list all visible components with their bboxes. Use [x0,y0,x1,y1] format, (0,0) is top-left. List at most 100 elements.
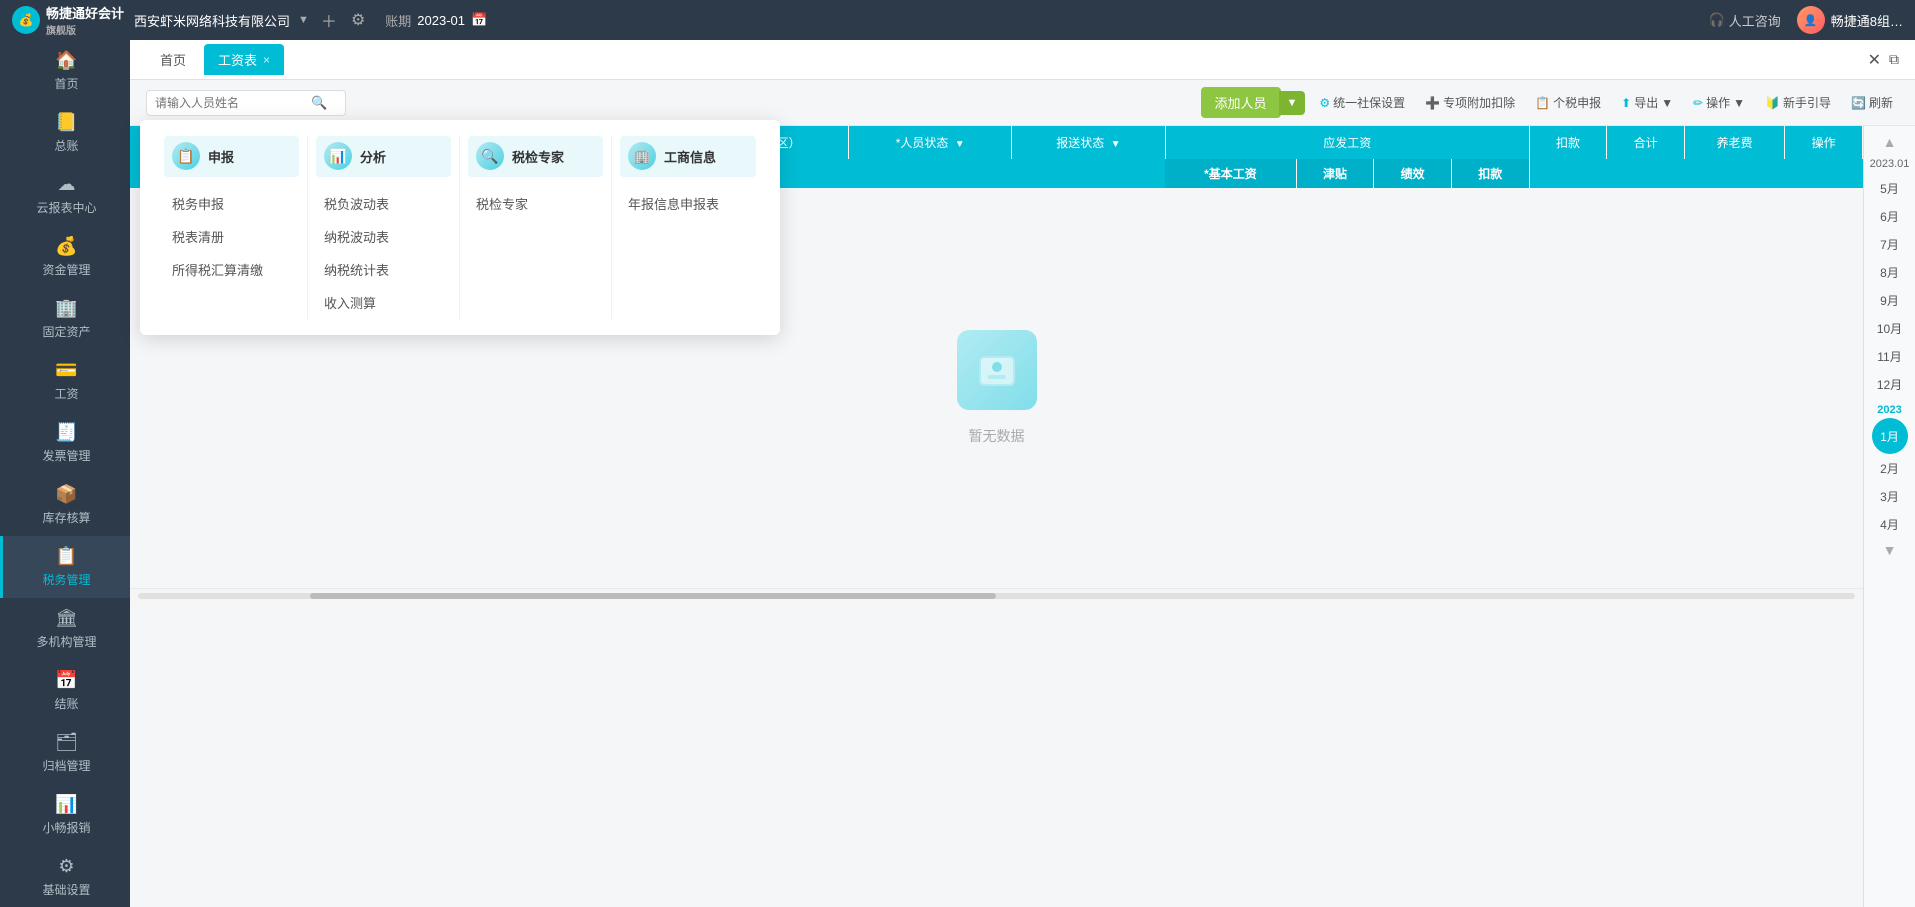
add-company-button[interactable]: ＋ [321,8,337,32]
tax-return-button[interactable]: 📋 个税申报 [1529,90,1607,115]
sidebar-item-tax[interactable]: 📋 税务管理 [0,536,130,598]
no-data-text: 暂无数据 [969,426,1025,446]
special-deduction-button[interactable]: ➕ 专项附加扣除 [1419,90,1521,115]
tax-expert-title: 税检专家 [512,147,564,166]
invoice-icon: 🧾 [55,422,77,443]
menu-item-tax-burden-table[interactable]: 税负波动表 [316,187,451,220]
refresh-label: 刷新 [1869,94,1893,111]
calendar-month-2023-2[interactable]: 2月 [1868,454,1912,482]
menu-item-tax-table-cleanup[interactable]: 税表清册 [164,220,299,253]
user-info[interactable]: 👤 畅捷通8组… [1797,6,1903,34]
scrollbar-thumb [310,593,997,599]
sidebar-item-inventory[interactable]: 📦 库存核算 [0,474,130,536]
calendar-nav-down[interactable]: ▼ [1878,538,1902,562]
sidebar-label-invoice: 发票管理 [42,447,90,464]
calendar-month-2022-11[interactable]: 11月 [1868,342,1912,370]
calendar-month-2023-1[interactable]: 1月 [1872,418,1908,454]
app-logo: 💰 畅捷通好会计 旗舰版 [12,3,124,37]
search-input[interactable] [155,96,305,110]
tab-home-label: 首页 [160,53,186,68]
calendar-month-2022-5[interactable]: 5月 [1868,174,1912,202]
add-person-label: 添加人员 [1215,93,1267,112]
col-total: 合计 [1607,126,1685,159]
menu-item-income-simulator[interactable]: 收入测算 [316,286,451,319]
biz-info-header: 🏢 工商信息 [620,136,756,177]
menu-item-tax-declaration[interactable]: 税务申报 [164,187,299,220]
top-bar-action-buttons: ＋ ⚙ [321,8,365,32]
refresh-button[interactable]: 🔄 刷新 [1845,90,1899,115]
window-close-button[interactable]: ✕ [1868,50,1881,70]
sidebar-label-expense: 小畅报销 [42,819,90,836]
no-data-icon [957,330,1037,410]
period-value: 2023-01 [417,13,465,28]
export-button[interactable]: ⬆ 导出 ▼ [1615,90,1679,115]
sidebar-item-assets[interactable]: 🏢 固定资产 [0,288,130,350]
tab-bar: 首页 工资表 × ✕ ⧉ [130,40,1915,80]
analysis-header: 📊 分析 [316,136,451,177]
calendar-month-2022-10[interactable]: 10月 [1868,314,1912,342]
sidebar-item-basic-settings[interactable]: ⚙ 基础设置 [0,846,130,907]
sidebar-item-home[interactable]: 🏠 首页 [0,40,130,102]
menu-item-tax-stats-table[interactable]: 纳税统计表 [316,253,451,286]
new-guide-icon: 🔰 [1765,96,1780,110]
calendar-month-2022-12[interactable]: 12月 [1868,370,1912,398]
sidebar-item-cloud[interactable]: ☁ 云报表中心 [0,164,130,226]
sidebar-item-multi[interactable]: 🏛 多机构管理 [0,598,130,660]
sidebar-item-funds[interactable]: 💰 资金管理 [0,226,130,288]
export-label: 导出 [1634,94,1658,111]
new-guide-button[interactable]: 🔰 新手引导 [1759,90,1837,115]
close-period-icon: 📅 [55,670,77,691]
accounting-period: 账期 2023-01 📅 [385,11,487,30]
sub-col-subsidy: 津贴 [1296,159,1374,188]
sidebar-item-expense[interactable]: 📊 小畅报销 [0,784,130,846]
menu-item-tax-payment-table[interactable]: 纳税波动表 [316,220,451,253]
period-calendar-icon[interactable]: 📅 [471,12,487,28]
calendar-month-2023-4[interactable]: 4月 [1868,510,1912,538]
calendar-month-2022-8[interactable]: 8月 [1868,258,1912,286]
sidebar-item-close-period[interactable]: 📅 结账 [0,660,130,722]
tab-salary[interactable]: 工资表 × [204,44,284,75]
ledger-icon: 📒 [55,112,77,133]
dropdown-section-declaration: 📋 申报 税务申报 税表清册 所得税汇算清缴 [156,136,308,319]
menu-item-annual-report[interactable]: 年报信息申报表 [620,187,756,220]
company-selector[interactable]: 西安虾米网络科技有限公司 ▼ [134,11,309,30]
sidebar-item-salary[interactable]: 💳 工资 [0,350,130,412]
sidebar-label-close: 结账 [54,695,78,712]
tax-icon: 📋 [55,546,77,567]
window-restore-button[interactable]: ⧉ [1889,51,1899,68]
bottom-scrollbar[interactable] [130,588,1863,602]
col-ops: 操作 [1785,126,1863,159]
operation-button[interactable]: ✏ 操作 ▼ [1687,90,1751,115]
top-bar-right: 🎧 人工咨询 👤 畅捷通8组… [1709,6,1903,34]
archive-icon: 🗂 [55,732,78,753]
calendar-month-2022-6[interactable]: 6月 [1868,202,1912,230]
sidebar-item-ledger[interactable]: 📒 总账 [0,102,130,164]
sidebar-label-multi: 多机构管理 [36,633,96,650]
calendar-month-2022-9[interactable]: 9月 [1868,286,1912,314]
social-security-button[interactable]: ⚙ 统一社保设置 [1313,90,1411,115]
menu-item-income-tax-calc[interactable]: 所得税汇算清缴 [164,253,299,286]
sidebar-item-invoice[interactable]: 🧾 发票管理 [0,412,130,474]
analysis-title: 分析 [360,147,386,166]
period-label: 账期 [385,11,411,30]
top-bar: 💰 畅捷通好会计 旗舰版 西安虾米网络科技有限公司 ▼ ＋ ⚙ 账期 2023-… [0,0,1915,40]
tab-home[interactable]: 首页 [146,44,200,75]
add-person-dropdown-button[interactable]: ▼ [1279,91,1306,115]
calendar-nav-up[interactable]: ▲ [1878,130,1902,154]
add-person-button[interactable]: 添加人员 [1201,87,1281,118]
social-security-label: 统一社保设置 [1333,94,1405,111]
export-icon: ⬆ [1621,96,1631,110]
tab-close-button[interactable]: × [263,53,270,67]
search-icon: 🔍 [311,95,327,111]
salary-icon: 💳 [55,360,77,381]
sidebar-item-archive[interactable]: 🗂 归档管理 [0,722,130,784]
special-deduction-label: 专项附加扣除 [1443,94,1515,111]
col-status: *人员状态 ▼ [849,126,1012,159]
menu-item-tax-expert[interactable]: 税检专家 [468,187,603,220]
refresh-icon: 🔄 [1851,96,1866,110]
calendar-month-2023-3[interactable]: 3月 [1868,482,1912,510]
calendar-month-2022-7[interactable]: 7月 [1868,230,1912,258]
sidebar-label-cloud: 云报表中心 [36,199,96,216]
customer-service-button[interactable]: 🎧 人工咨询 [1709,11,1781,30]
settings-icon[interactable]: ⚙ [351,10,365,30]
